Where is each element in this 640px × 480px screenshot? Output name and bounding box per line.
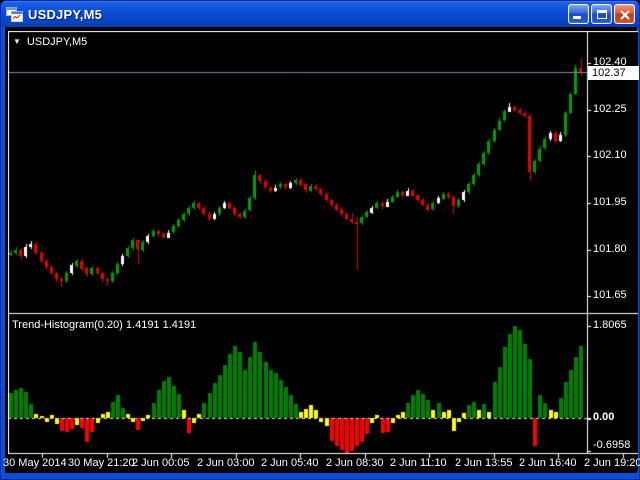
chart-symbol-label[interactable]: ▼ USDJPY,M5 xyxy=(13,36,87,48)
window-title: USDJPY,M5 xyxy=(28,6,103,22)
minimize-button[interactable] xyxy=(568,4,589,24)
time-tick-label: 2 Jun 19:20 xyxy=(584,457,640,469)
indicator-label: Trend-Histogram(0.20) 1.4191 1.4191 xyxy=(12,319,197,331)
price-tick-label: 102.40 xyxy=(593,56,627,68)
maximize-icon xyxy=(597,10,607,19)
symbol-label-text: USDJPY,M5 xyxy=(26,36,88,48)
price-tick-label: 101.80 xyxy=(593,243,627,255)
time-tick-label: 30 May 21:20 xyxy=(68,457,135,469)
window-titlebar[interactable]: USDJPY,M5 xyxy=(1,1,639,27)
time-tick-label: 2 Jun 03:00 xyxy=(197,457,255,469)
chart-window: USDJPY,M5 ▼ USDJPY,M5 Trend-Histogram(0.2… xyxy=(0,0,640,480)
time-tick-label: 2 Jun 13:55 xyxy=(455,457,513,469)
chart-client-area xyxy=(5,27,638,473)
indicator-tick-label: 0.00 xyxy=(593,411,615,423)
time-tick-label: 2 Jun 05:40 xyxy=(261,457,319,469)
time-tick-label: 2 Jun 08:30 xyxy=(326,457,384,469)
close-icon xyxy=(620,10,630,20)
app-icon xyxy=(6,6,23,22)
time-tick-label: 2 Jun 16:40 xyxy=(519,457,577,469)
indicator-tick-label: -0.6958 xyxy=(593,439,631,451)
minimize-icon xyxy=(573,16,581,19)
price-tick-label: 101.65 xyxy=(593,289,627,301)
symbol-marker-icon: ▼ xyxy=(13,37,21,46)
close-button[interactable] xyxy=(614,4,635,24)
time-tick-label: 2 Jun 11:10 xyxy=(390,457,447,469)
current-price-box: 102.37 xyxy=(588,66,639,80)
maximize-button[interactable] xyxy=(591,4,612,24)
price-tick-label: 102.10 xyxy=(593,149,627,161)
indicator-tick-label: 1.8065 xyxy=(593,319,627,331)
price-tick-label: 102.25 xyxy=(593,103,627,115)
price-tick-label: 101.95 xyxy=(593,196,627,208)
candlestick-and-histogram-canvas[interactable] xyxy=(8,31,638,471)
time-tick-label: 30 May 2014 xyxy=(3,457,67,469)
time-tick-label: 2 Jun 00:05 xyxy=(132,457,190,469)
